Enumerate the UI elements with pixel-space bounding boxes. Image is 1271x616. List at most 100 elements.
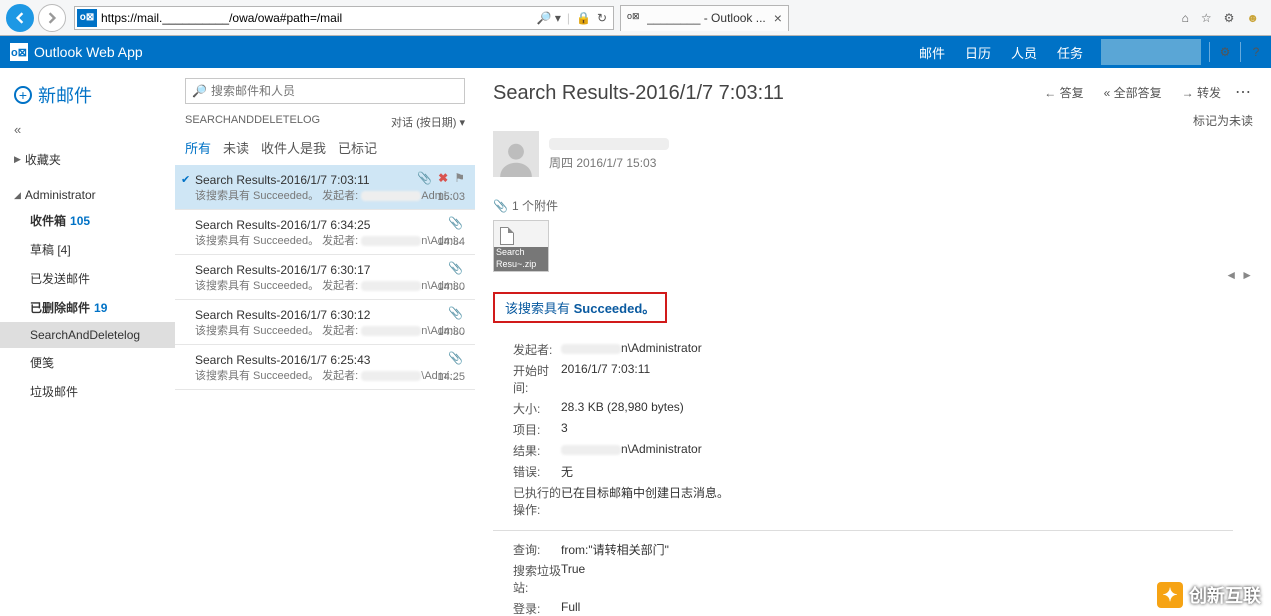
smiley-icon[interactable]: ☻ (1246, 11, 1259, 25)
v-log: Full (561, 600, 580, 616)
attachment-icon: 📎 (448, 351, 463, 365)
message-item[interactable]: 📎Search Results-2016/1/7 6:30:17该搜索具有 Su… (175, 255, 475, 300)
nav-mail[interactable]: 邮件 (909, 36, 955, 68)
message-item[interactable]: 📎Search Results-2016/1/7 6:34:25该搜索具有 Su… (175, 210, 475, 255)
attachment-icon: 📎 (448, 306, 463, 320)
v-start: 2016/1/7 7:03:11 (561, 362, 650, 396)
attachment-item[interactable]: Search Resu~.zip (493, 220, 549, 272)
sender-name (549, 138, 669, 150)
folder-item[interactable]: 收件箱105 (0, 206, 175, 235)
lock-icon: 🔒 (576, 11, 591, 25)
tools-icon[interactable]: ⚙ (1224, 11, 1235, 25)
new-mail-label: 新邮件 (38, 82, 92, 108)
v-result: n\Administrator (621, 442, 702, 456)
plus-icon: + (14, 86, 32, 104)
favorites-icon[interactable]: ☆ (1201, 11, 1212, 25)
v-sender: n\Administrator (621, 341, 702, 355)
message-time: 14:25 (437, 371, 465, 383)
search-icon: 🔎 (192, 84, 207, 98)
check-icon: ✔ (181, 173, 190, 186)
more-actions-icon[interactable]: ⋯ (1235, 82, 1253, 102)
refresh-icon[interactable]: ↻ (597, 11, 607, 25)
back-button[interactable] (6, 4, 34, 32)
message-time: 14:34 (437, 236, 465, 248)
user-chip[interactable] (1101, 39, 1201, 65)
forward-button[interactable] (38, 4, 66, 32)
prev-message-icon[interactable]: ◄ (1225, 268, 1237, 282)
filter-flagged[interactable]: 已标记 (338, 138, 377, 157)
search-input[interactable] (211, 84, 458, 98)
filter-tome[interactable]: 收件人是我 (261, 138, 326, 157)
redacted (561, 344, 621, 354)
url-text: https://mail.__________/owa/owa#path=/ma… (99, 11, 531, 25)
message-subject: Search Results-2016/1/7 6:30:17 (195, 263, 465, 277)
document-icon (500, 227, 514, 245)
sort-conversation[interactable]: 对话 (按日期) ▾ (391, 114, 465, 130)
folder-item[interactable]: SearchAndDeletelog (0, 322, 175, 348)
message-toolbar: ← 答复 « 全部答复 → 转发 ⋯ (1044, 82, 1253, 102)
v-action: 已在目标邮箱中创建日志消息。 (561, 484, 729, 518)
mailbox-section[interactable]: ◢ Administrator (0, 184, 175, 206)
message-item[interactable]: 📎Search Results-2016/1/7 6:30:12该搜索具有 Su… (175, 300, 475, 345)
flag-icon[interactable]: ⚑ (454, 171, 465, 185)
owa-favicon-icon: o⊠ (627, 11, 643, 25)
nav-calendar[interactable]: 日历 (955, 36, 1001, 68)
filter-unread[interactable]: 未读 (223, 138, 249, 157)
search-info-table: 发起者: n\Administrator 开始时间:2016/1/7 7:03:1… (513, 339, 1253, 616)
browser-tab[interactable]: o⊠ ________ - Outlook ... × (620, 5, 789, 31)
list-filters: 所有 未读 收件人是我 已标记 (175, 136, 475, 165)
home-icon[interactable]: ⌂ (1182, 11, 1189, 25)
message-item[interactable]: ✔📎 ✖ ⚑Search Results-2016/1/7 7:03:11该搜索… (175, 165, 475, 210)
chevron-down-icon: ◢ (14, 190, 21, 201)
settings-icon[interactable]: ⚙ (1210, 45, 1240, 59)
message-time: 15:03 (437, 191, 465, 203)
mark-unread-link[interactable]: 标记为未读 (1193, 112, 1253, 129)
collapse-nav[interactable]: « (0, 122, 175, 147)
folder-item[interactable]: 草稿 [4] (0, 235, 175, 264)
mailbox-label: Administrator (25, 188, 96, 202)
message-list-pane: 🔎 SEARCHANDDELETELOG 对话 (按日期) ▾ 所有 未读 收件… (175, 68, 475, 616)
owa-top-bar: o⊠ Outlook Web App 邮件 日历 人员 任务 ⚙ ? (0, 36, 1271, 68)
attachment-name-1: Search (494, 247, 548, 259)
attachment-name-2: Resu~.zip (494, 259, 548, 271)
attachment-icon: 📎 (448, 216, 463, 230)
v-query: from:"请转相关部门" (561, 541, 669, 558)
message-subject: Search Results-2016/1/7 6:25:43 (195, 353, 465, 367)
folder-item[interactable]: 已删除邮件19 (0, 293, 175, 322)
k-start: 开始时间: (513, 362, 561, 396)
nav-people[interactable]: 人员 (1001, 36, 1047, 68)
redacted (561, 445, 621, 455)
search-dropdown-icon[interactable]: 🔎 ▾ (537, 11, 561, 25)
forward-button[interactable]: → 转发 (1182, 84, 1221, 101)
help-icon[interactable]: ? (1241, 45, 1271, 59)
folder-item[interactable]: 已发送邮件 (0, 264, 175, 293)
message-preview: 该搜索具有 Succeeded。 发起者: n\Admi... (195, 232, 465, 248)
new-mail-button[interactable]: + 新邮件 (0, 78, 175, 122)
message-item[interactable]: 📎Search Results-2016/1/7 6:25:43该搜索具有 Su… (175, 345, 475, 390)
v-dumpster: True (561, 562, 585, 596)
search-box[interactable]: 🔎 (185, 78, 465, 104)
k-size: 大小: (513, 400, 561, 417)
folder-item[interactable]: 便笺 (0, 348, 175, 377)
browser-toolbar: o⊠ https://mail.__________/owa/owa#path=… (0, 0, 1271, 36)
k-action: 已执行的操作: (513, 484, 561, 518)
v-error: 无 (561, 463, 573, 480)
message-subject: Search Results-2016/1/7 6:30:12 (195, 308, 465, 322)
nav-tasks[interactable]: 任务 (1047, 36, 1093, 68)
folder-item[interactable]: 垃圾邮件 (0, 377, 175, 406)
filter-all[interactable]: 所有 (185, 138, 211, 157)
k-sender: 发起者: (513, 341, 561, 358)
tab-close-icon[interactable]: × (774, 10, 782, 26)
favorites-section[interactable]: ▶ 收藏夹 (0, 147, 175, 172)
reply-all-button[interactable]: « 全部答复 (1104, 84, 1162, 101)
message-preview: 该搜索具有 Succeeded。 发起者: n\Admi... (195, 322, 465, 338)
watermark: ✦ 创新互联 (1157, 582, 1261, 608)
v-items: 3 (561, 421, 568, 438)
next-message-icon[interactable]: ► (1241, 268, 1253, 282)
delete-icon[interactable]: ✖ (438, 171, 448, 185)
v-size: 28.3 KB (28,980 bytes) (561, 400, 684, 417)
favorites-label: 收藏夹 (25, 151, 61, 168)
address-bar[interactable]: o⊠ https://mail.__________/owa/owa#path=… (74, 6, 614, 30)
chevron-right-icon: ▶ (14, 154, 21, 165)
reply-button[interactable]: ← 答复 (1044, 84, 1083, 101)
